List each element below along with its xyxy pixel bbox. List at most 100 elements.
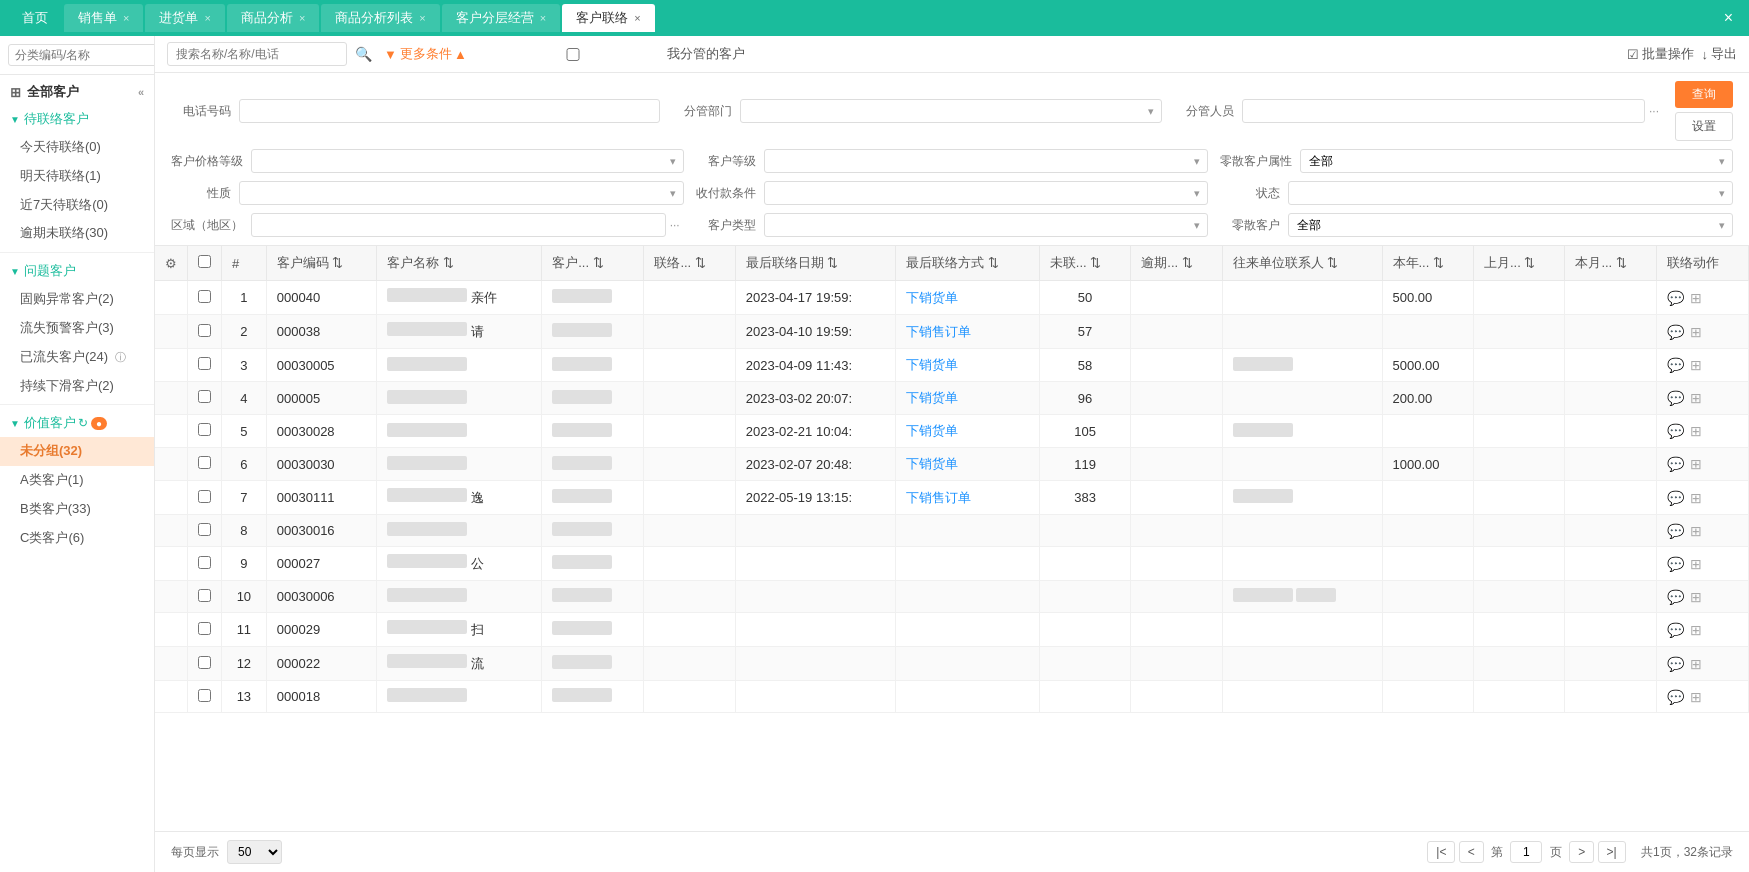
next-page-button[interactable]: >: [1569, 841, 1594, 863]
page-size-select[interactable]: 2050100: [227, 840, 282, 864]
customer-level-select[interactable]: [764, 149, 1209, 173]
row-checkbox[interactable]: [188, 448, 222, 481]
sidebar-item-overdue[interactable]: 逾期未联络(30): [0, 219, 154, 248]
query-button[interactable]: 查询: [1675, 81, 1733, 108]
first-page-button[interactable]: |<: [1427, 841, 1455, 863]
row-checkbox[interactable]: [188, 415, 222, 448]
page-number-input[interactable]: [1510, 841, 1542, 863]
staff-ellipsis[interactable]: ···: [1645, 102, 1663, 120]
row-last-contact-link[interactable]: 下销货单: [906, 357, 958, 372]
sidebar-item-c-class[interactable]: C类客户(6): [0, 524, 154, 553]
col-name[interactable]: 客户名称 ⇅: [377, 246, 542, 281]
row-checkbox[interactable]: [188, 547, 222, 581]
sidebar-item-tomorrow[interactable]: 明天待联络(1): [0, 162, 154, 191]
sidebar-group-problem[interactable]: ▼ 问题客户: [0, 257, 154, 285]
row-last-contact-link[interactable]: 下销货单: [906, 390, 958, 405]
message-icon[interactable]: 💬: [1667, 324, 1684, 340]
region-input[interactable]: [251, 213, 666, 237]
col-contact[interactable]: 联络... ⇅: [644, 246, 735, 281]
tab-customer-contact[interactable]: 客户联络 ×: [562, 4, 654, 32]
tab-customer-contact-close[interactable]: ×: [634, 12, 640, 24]
region-ellipsis[interactable]: ···: [666, 216, 684, 234]
status-select[interactable]: [1288, 181, 1733, 205]
tab-purchase[interactable]: 进货单 ×: [145, 4, 224, 32]
sidebar-item-unclassified[interactable]: 未分组(32): [0, 437, 154, 466]
message-icon[interactable]: 💬: [1667, 589, 1684, 605]
nature-select[interactable]: [239, 181, 684, 205]
sidebar-item-today[interactable]: 今天待联络(0): [0, 133, 154, 162]
row-checkbox[interactable]: [188, 315, 222, 349]
payment-select[interactable]: [764, 181, 1209, 205]
more-conditions-button[interactable]: ▼ 更多条件 ▲: [384, 45, 467, 63]
sidebar-group-pending[interactable]: ▼ 待联络客户: [0, 105, 154, 133]
price-level-select[interactable]: [251, 149, 684, 173]
export-button[interactable]: ↓ 导出: [1702, 45, 1738, 63]
tab-home[interactable]: 首页: [8, 4, 62, 32]
dept-select[interactable]: [740, 99, 1161, 123]
row-last-contact-link[interactable]: 下销货单: [906, 456, 958, 471]
row-checkbox[interactable]: [188, 515, 222, 547]
sidebar-item-declining[interactable]: 持续下滑客户(2): [0, 372, 154, 401]
message-icon[interactable]: 💬: [1667, 423, 1684, 439]
col-this-year[interactable]: 本年... ⇅: [1382, 246, 1473, 281]
search-input[interactable]: [167, 42, 347, 66]
retail-attr-select[interactable]: 全部: [1300, 149, 1733, 173]
reset-button[interactable]: 设置: [1675, 112, 1733, 141]
row-last-contact-link[interactable]: 下销货单: [906, 423, 958, 438]
col-type[interactable]: 客户... ⇅: [542, 246, 644, 281]
prev-page-button[interactable]: <: [1459, 841, 1484, 863]
row-last-contact-link[interactable]: 下销售订单: [906, 490, 971, 505]
window-close-button[interactable]: ×: [1716, 9, 1741, 27]
tab-product-analysis-list[interactable]: 商品分析列表 ×: [321, 4, 439, 32]
row-checkbox[interactable]: [188, 613, 222, 647]
message-icon[interactable]: 💬: [1667, 390, 1684, 406]
message-icon[interactable]: 💬: [1667, 556, 1684, 572]
grid-action-icon[interactable]: ⊞: [1690, 324, 1702, 340]
grid-action-icon[interactable]: ⊞: [1690, 523, 1702, 539]
sidebar-collapse-icon[interactable]: «: [138, 86, 144, 98]
tab-product-analysis-list-close[interactable]: ×: [419, 12, 425, 24]
sidebar-group-value[interactable]: ▼ 价值客户 ↻ ●: [0, 409, 154, 437]
message-icon[interactable]: 💬: [1667, 290, 1684, 306]
lost-info-icon[interactable]: ⓘ: [115, 351, 126, 363]
message-icon[interactable]: 💬: [1667, 357, 1684, 373]
sidebar-item-churn-risk[interactable]: 流失预警客户(3): [0, 314, 154, 343]
grid-action-icon[interactable]: ⊞: [1690, 390, 1702, 406]
message-icon[interactable]: 💬: [1667, 622, 1684, 638]
tab-product-analysis[interactable]: 商品分析 ×: [227, 4, 319, 32]
col-last-month[interactable]: 上月... ⇅: [1473, 246, 1564, 281]
col-this-month[interactable]: 本月... ⇅: [1565, 246, 1656, 281]
checkbox-column-header[interactable]: [188, 246, 222, 281]
sidebar-item-abnormal-purchase[interactable]: 固购异常客户(2): [0, 285, 154, 314]
last-page-button[interactable]: >|: [1598, 841, 1626, 863]
grid-action-icon[interactable]: ⊞: [1690, 656, 1702, 672]
retail-customer-select[interactable]: 全部: [1288, 213, 1733, 237]
message-icon[interactable]: 💬: [1667, 523, 1684, 539]
tab-customer-segment-close[interactable]: ×: [540, 12, 546, 24]
grid-action-icon[interactable]: ⊞: [1690, 689, 1702, 705]
staff-input[interactable]: [1242, 99, 1645, 123]
grid-action-icon[interactable]: ⊞: [1690, 423, 1702, 439]
sidebar-item-b-class[interactable]: B类客户(33): [0, 495, 154, 524]
customer-type-select[interactable]: [764, 213, 1209, 237]
sidebar-search-input[interactable]: [8, 44, 155, 66]
phone-input[interactable]: [239, 99, 660, 123]
col-no-contact-days[interactable]: 未联... ⇅: [1039, 246, 1130, 281]
tab-product-analysis-close[interactable]: ×: [299, 12, 305, 24]
row-last-contact-link[interactable]: 下销售订单: [906, 324, 971, 339]
col-company-contact[interactable]: 往来单位联系人 ⇅: [1222, 246, 1382, 281]
sidebar-item-lost[interactable]: 已流失客户(24) ⓘ: [0, 343, 154, 372]
grid-action-icon[interactable]: ⊞: [1690, 357, 1702, 373]
search-button[interactable]: 🔍: [355, 46, 372, 62]
row-checkbox[interactable]: [188, 481, 222, 515]
tab-purchase-close[interactable]: ×: [204, 12, 210, 24]
message-icon[interactable]: 💬: [1667, 689, 1684, 705]
grid-action-icon[interactable]: ⊞: [1690, 589, 1702, 605]
message-icon[interactable]: 💬: [1667, 490, 1684, 506]
my-customers-check[interactable]: [483, 48, 663, 61]
batch-operations-button[interactable]: ☑ 批量操作: [1627, 45, 1694, 63]
grid-action-icon[interactable]: ⊞: [1690, 490, 1702, 506]
sidebar-all-customers[interactable]: ⊞ 全部客户 «: [0, 75, 154, 105]
row-checkbox[interactable]: [188, 382, 222, 415]
grid-action-icon[interactable]: ⊞: [1690, 290, 1702, 306]
